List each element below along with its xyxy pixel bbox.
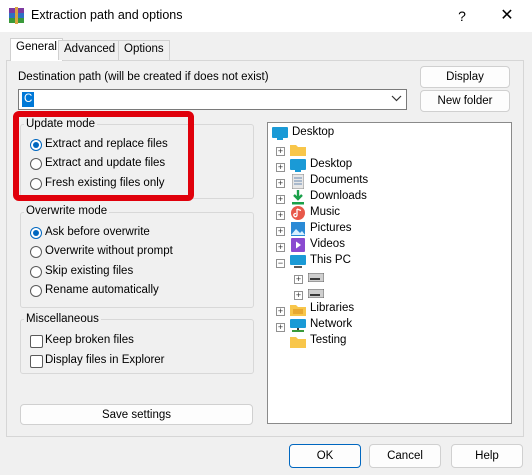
tree-item-label[interactable]: This PC (310, 254, 351, 266)
radio-skip-existing[interactable] (30, 266, 42, 278)
misc-option-label[interactable]: Keep broken files (45, 334, 134, 346)
folder-tree[interactable]: Desktop + + Desktop + Documents + Downlo… (267, 122, 512, 424)
tree-expander-plus[interactable]: + (276, 195, 285, 204)
help-title-button[interactable]: ? (445, 4, 479, 28)
desktop-icon (290, 159, 306, 172)
save-settings-button[interactable]: Save settings (20, 404, 253, 425)
tree-expander-plus[interactable]: + (276, 307, 285, 316)
tree-item-label[interactable]: Downloads (310, 190, 367, 202)
window-title: Extraction path and options (31, 8, 183, 22)
libraries-icon (290, 305, 306, 316)
tree-expander-plus[interactable]: + (276, 227, 285, 236)
checkbox-keep-broken-files[interactable] (30, 335, 43, 348)
tree-expander-plus[interactable]: + (276, 147, 285, 156)
tree-expander-plus[interactable]: + (276, 323, 285, 332)
tree-expander-plus[interactable]: + (294, 275, 303, 284)
downloads-icon (292, 190, 304, 205)
ok-button[interactable]: OK (289, 444, 361, 468)
chevron-down-icon[interactable] (391, 92, 402, 107)
drive-icon (308, 289, 324, 298)
destination-path-combobox[interactable]: C (18, 89, 407, 110)
tree-expander-plus[interactable]: + (276, 163, 285, 172)
cancel-button[interactable]: Cancel (369, 444, 441, 468)
tree-item-label[interactable]: Music (310, 206, 340, 218)
tab-general[interactable]: General (10, 38, 63, 61)
tree-expander-minus[interactable]: − (276, 259, 285, 268)
tab-options[interactable]: Options (118, 40, 170, 60)
overwrite-option-label[interactable]: Ask before overwrite (45, 226, 150, 238)
destination-path-value[interactable]: C (22, 92, 35, 107)
display-button[interactable]: Display (420, 66, 510, 88)
radio-overwrite-without-prompt[interactable] (30, 246, 42, 258)
radio-ask-before-overwrite[interactable] (30, 227, 42, 239)
drive-icon (308, 273, 324, 282)
winrar-app-icon (8, 7, 25, 24)
overwrite-option-label[interactable]: Rename automatically (45, 284, 159, 296)
pc-icon (290, 255, 306, 268)
desktop-icon (272, 127, 288, 140)
new-folder-button[interactable]: New folder (420, 90, 510, 112)
overwrite-option-label[interactable]: Skip existing files (45, 265, 133, 277)
videos-icon (291, 238, 305, 252)
tree-item-label[interactable]: Desktop (292, 126, 334, 138)
tree-item-label[interactable]: Testing (310, 334, 346, 346)
music-icon (291, 206, 305, 220)
red-highlight-annotation (13, 111, 194, 201)
folder-icon (290, 337, 306, 348)
folder-icon (290, 145, 306, 156)
tree-item-label[interactable]: Network (310, 318, 352, 330)
miscellaneous-title: Miscellaneous (24, 313, 101, 325)
overwrite-mode-title: Overwrite mode (24, 205, 110, 217)
misc-option-label[interactable]: Display files in Explorer (45, 354, 165, 366)
pictures-icon (291, 222, 305, 236)
tree-expander-plus[interactable]: + (276, 243, 285, 252)
tree-item-label[interactable]: Libraries (310, 302, 354, 314)
overwrite-option-label[interactable]: Overwrite without prompt (45, 245, 173, 257)
tree-item-label[interactable]: Pictures (310, 222, 352, 234)
tab-advanced[interactable]: Advanced (58, 40, 122, 60)
tree-item-label[interactable]: Desktop (310, 158, 352, 170)
tree-item-label[interactable]: Documents (310, 174, 368, 186)
tree-expander-plus[interactable]: + (294, 291, 303, 300)
tree-expander-plus[interactable]: + (276, 211, 285, 220)
destination-label: Destination path (will be created if doe… (18, 71, 269, 83)
checkbox-display-in-explorer[interactable] (30, 355, 43, 368)
radio-rename-automatically[interactable] (30, 285, 42, 297)
close-icon[interactable]: ✕ (490, 4, 524, 28)
documents-icon (292, 174, 304, 189)
network-icon (290, 319, 306, 332)
tree-expander-plus[interactable]: + (276, 179, 285, 188)
help-button[interactable]: Help (451, 444, 523, 468)
tree-item-label[interactable]: Videos (310, 238, 345, 250)
